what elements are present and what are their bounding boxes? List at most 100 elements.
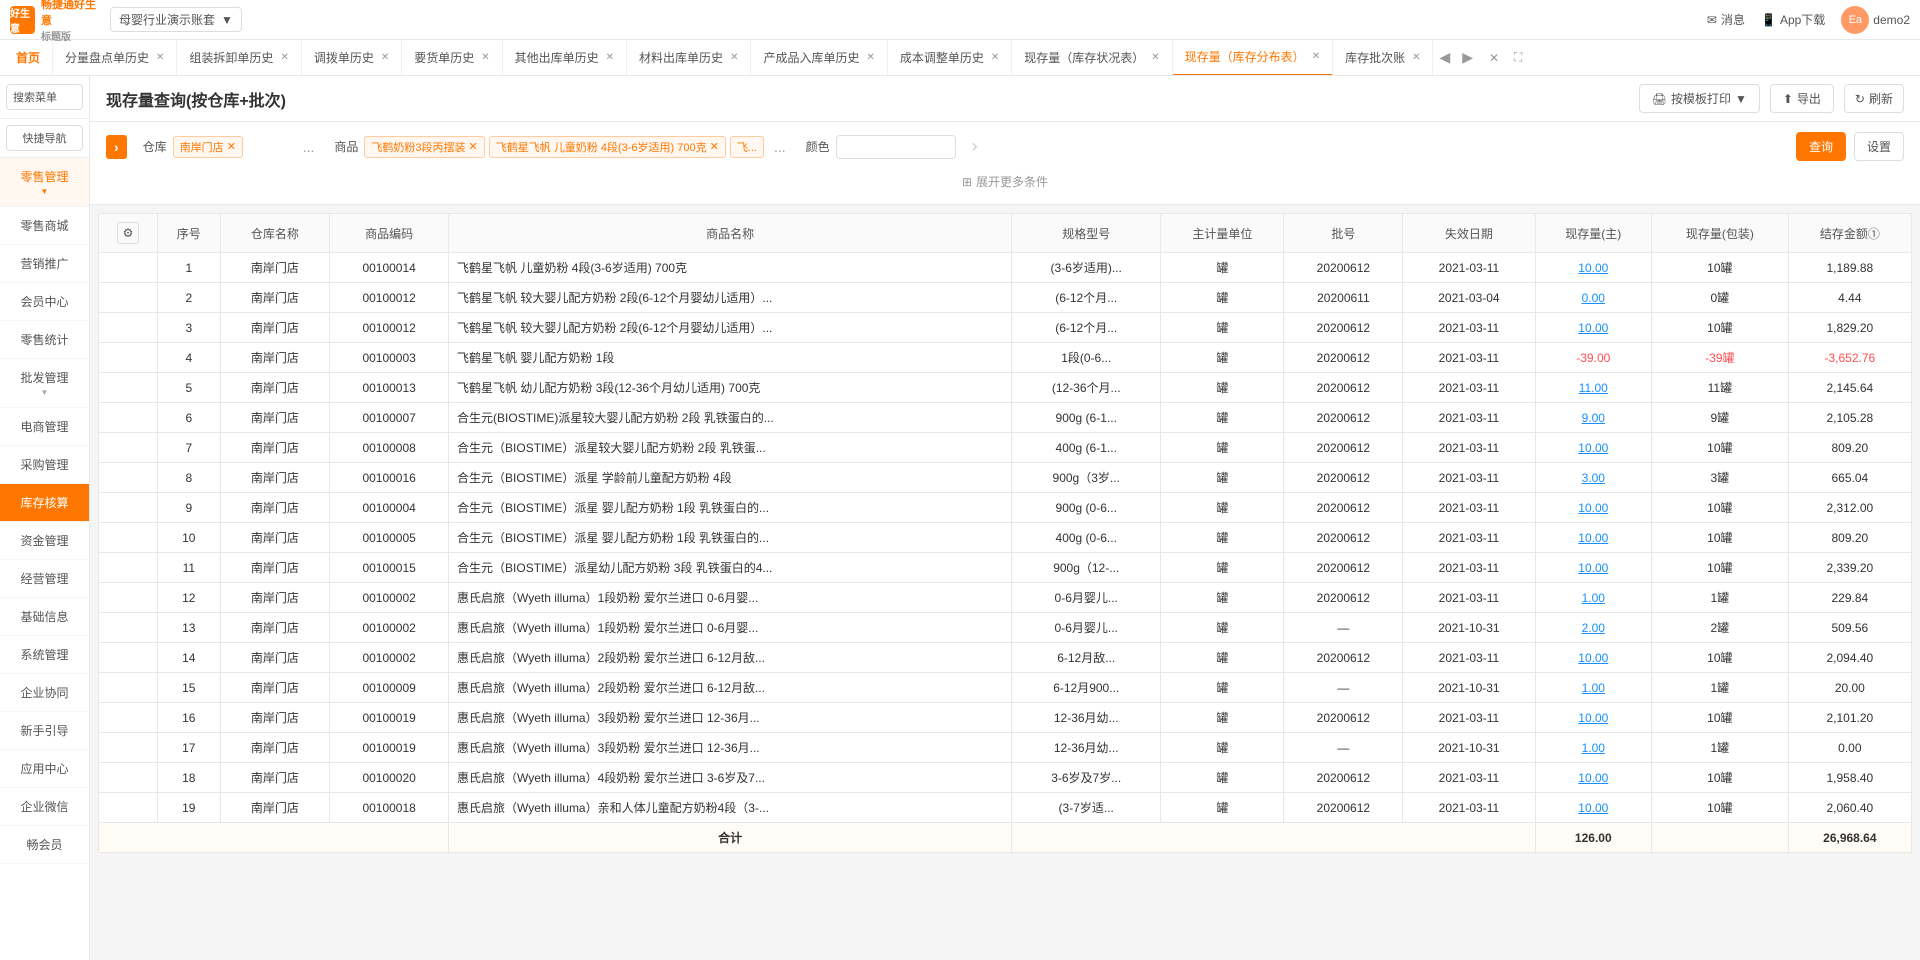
sidebar-item-member-center[interactable]: 会员中心 [0,283,89,321]
product-tag-2[interactable]: 飞鹤星飞帆 儿童奶粉 4段(3-6岁适用) 700克 ✕ [489,136,726,158]
sidebar-item-operations[interactable]: 经营管理 [0,560,89,598]
nav-next-arrow[interactable]: ▶ [1456,49,1479,66]
cell-batch: 20200612 [1284,583,1403,613]
table-row: 8 南岸门店 00100016 合生元（BIOSTIME）派星 学龄前儿童配方奶… [99,463,1912,493]
tab-tiao-bo[interactable]: 调拨单历史 ✕ [302,40,402,76]
sidebar-item-label: 资金管理 [20,532,68,549]
tab-close-icon[interactable]: ✕ [730,52,738,63]
messages-btn[interactable]: ✉ 消息 [1707,11,1745,28]
tab-fen-pan[interactable]: 分量盘点单历史 ✕ [53,40,177,76]
cell-code: 00100020 [330,763,449,793]
tab-close-icon[interactable]: ✕ [381,52,389,63]
print-btn[interactable]: 🖨 按模板打印 ▼ [1639,84,1760,113]
tab-cost-adj[interactable]: 成本调整单历史 ✕ [888,40,1012,76]
sidebar-item-new-guide[interactable]: 新手引导 [0,712,89,750]
cell-no: 6 [158,403,220,433]
cell-stock-main[interactable]: -39.00 [1535,343,1651,373]
tab-kucun-batch[interactable]: 库存批次账 ✕ [1333,40,1433,76]
sidebar-item-wholesale-mgmt[interactable]: 批发管理 ▼ [0,359,89,408]
sidebar-item-enterprise-wechat[interactable]: 企业微信 [0,788,89,826]
cell-stock-main[interactable]: 10.00 [1535,253,1651,283]
sidebar-item-ecommerce[interactable]: 电商管理 [0,408,89,446]
warehouse-tag-1[interactable]: 南岸门店 ✕ [173,136,243,158]
sidebar-item-member-rewards[interactable]: 畅会员 [0,826,89,864]
cell-stock-main[interactable]: 11.00 [1535,373,1651,403]
settings-btn[interactable]: 设置 [1854,132,1904,161]
cell-code: 00100002 [330,583,449,613]
query-btn[interactable]: 查询 [1796,132,1846,161]
cell-stock-main[interactable]: 9.00 [1535,403,1651,433]
tab-close-icon[interactable]: ✕ [1151,52,1159,63]
cell-stock-main[interactable]: 10.00 [1535,703,1651,733]
tab-home[interactable]: 首页 [4,40,53,76]
tab-close-icon[interactable]: ✕ [1312,51,1320,62]
quick-nav-btn[interactable]: 快捷导航 [6,125,83,151]
app-download-btn[interactable]: 📱 App下载 [1761,11,1825,28]
cell-no: 7 [158,433,220,463]
cell-code: 00100018 [330,793,449,823]
sidebar-item-purchase[interactable]: 采购管理 [0,446,89,484]
account-selector[interactable]: 母婴行业演示账套 ▼ [110,7,242,32]
filter-toggle-btn[interactable]: › [106,135,127,159]
tab-product-in[interactable]: 产成品入库单历史 ✕ [751,40,887,76]
warehouse-tag-close[interactable]: ✕ [227,140,236,153]
search-menu-btn[interactable]: 搜索菜单 [6,84,83,110]
cell-stock-main[interactable]: 3.00 [1535,463,1651,493]
tab-close-icon[interactable]: ✕ [280,52,288,63]
tab-other-out[interactable]: 其他出库单历史 ✕ [503,40,627,76]
sidebar-item-retail-stats[interactable]: 零售统计 [0,321,89,359]
nav-close-icon[interactable]: ✕ [1483,47,1505,69]
tab-close-icon[interactable]: ✕ [866,52,874,63]
sidebar-item-basic-info[interactable]: 基础信息 [0,598,89,636]
cell-unit: 罐 [1161,343,1284,373]
color-input[interactable] [836,135,956,159]
cell-stock-main[interactable]: 10.00 [1535,643,1651,673]
cell-stock-main[interactable]: 1.00 [1535,673,1651,703]
tab-yao-huo[interactable]: 要货单历史 ✕ [402,40,502,76]
warehouse-ellipsis[interactable]: ... [299,139,319,155]
col-settings-icon[interactable]: ⚙ [117,222,139,244]
tab-material-out[interactable]: 材料出库单历史 ✕ [627,40,751,76]
product-tag-close[interactable]: ✕ [469,140,478,153]
cell-stock-main[interactable]: 10.00 [1535,763,1651,793]
sidebar-item-label: 系统管理 [20,646,68,663]
cell-stock-main[interactable]: 1.00 [1535,583,1651,613]
app-download-label: App下载 [1780,11,1825,28]
tab-close-icon[interactable]: ✕ [1412,52,1420,63]
tab-close-icon[interactable]: ✕ [606,52,614,63]
sidebar-item-marketing[interactable]: 营销推广 [0,245,89,283]
tab-close-icon[interactable]: ✕ [991,52,999,63]
cell-stock-main[interactable]: 10.00 [1535,523,1651,553]
sidebar-item-enterprise-collab[interactable]: 企业协同 [0,674,89,712]
export-btn[interactable]: ⬆ 导出 [1770,84,1834,113]
cell-stock-main[interactable]: 10.00 [1535,493,1651,523]
refresh-btn[interactable]: ↻ 刷新 [1844,84,1904,113]
tab-kucun-dist[interactable]: 现存量（库存分布表） ✕ [1173,40,1333,76]
nav-expand-icon[interactable]: ⛶ [1507,47,1529,69]
tab-close-icon[interactable]: ✕ [481,52,489,63]
cell-stock-main[interactable]: 10.00 [1535,313,1651,343]
expand-more-btn[interactable]: ⊞ 展开更多条件 [106,169,1904,194]
tab-kucun-status[interactable]: 现存量（库存状况表） ✕ [1012,40,1172,76]
tab-zu-chai[interactable]: 组装拆卸单历史 ✕ [177,40,301,76]
cell-stock-main[interactable]: 10.00 [1535,433,1651,463]
nav-prev-arrow[interactable]: ◀ [1433,49,1456,66]
tab-close-icon[interactable]: ✕ [156,52,164,63]
cell-stock-main[interactable]: 10.00 [1535,793,1651,823]
cell-expire: 2021-03-11 [1403,763,1535,793]
sidebar-item-system[interactable]: 系统管理 [0,636,89,674]
product-ellipsis[interactable]: ... [770,139,790,155]
sidebar-item-finance[interactable]: 资金管理 [0,522,89,560]
product-tag-close[interactable]: ✕ [710,140,719,153]
filter-collapse-icon[interactable]: › [972,136,978,157]
cell-stock-main[interactable]: 1.00 [1535,733,1651,763]
sidebar-item-inventory[interactable]: 库存核算 [0,484,89,522]
cell-stock-main[interactable]: 2.00 [1535,613,1651,643]
cell-stock-main[interactable]: 10.00 [1535,553,1651,583]
sidebar-item-retail-mgmt[interactable]: 零售管理 ▼ [0,158,89,207]
sidebar-item-app-center[interactable]: 应用中心 [0,750,89,788]
product-tag-1[interactable]: 飞鹤奶粉3段丙摆装 ✕ [364,136,484,158]
user-profile[interactable]: Ea demo2 [1841,6,1910,34]
cell-stock-main[interactable]: 0.00 [1535,283,1651,313]
sidebar-item-retail-shop[interactable]: 零售商城 [0,207,89,245]
